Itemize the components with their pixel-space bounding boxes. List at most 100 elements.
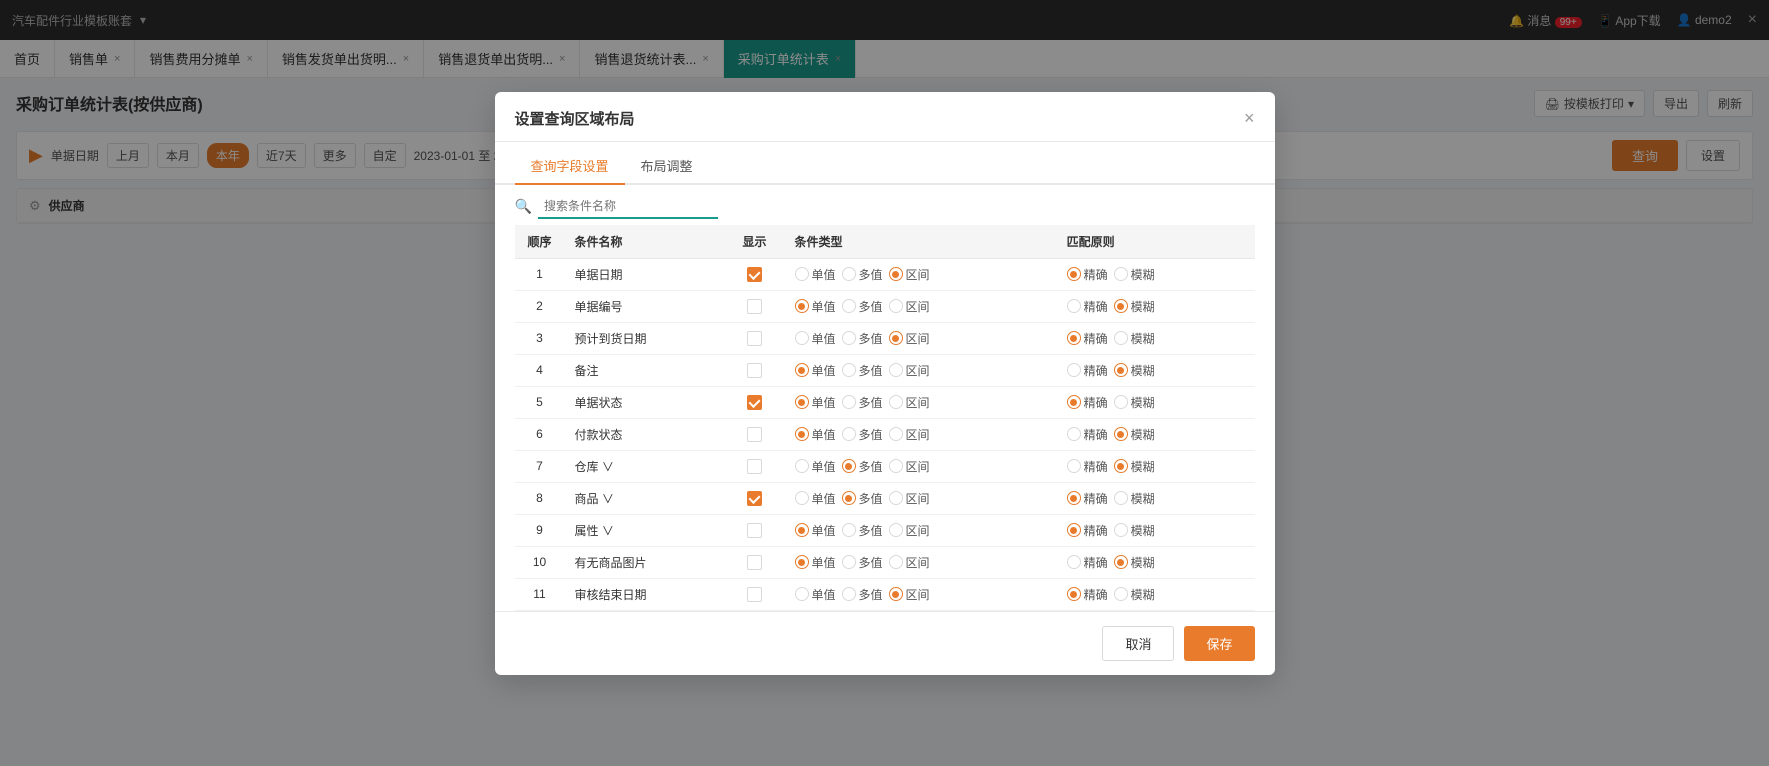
radio-circle[interactable] <box>842 331 856 345</box>
radio-circle[interactable] <box>889 459 903 473</box>
type-radio-item[interactable]: 多值 <box>842 458 883 475</box>
match-radio-item[interactable]: 精确 <box>1067 394 1108 411</box>
radio-circle[interactable] <box>1114 587 1128 601</box>
match-radio-item[interactable]: 精确 <box>1067 426 1108 443</box>
radio-circle[interactable] <box>842 395 856 409</box>
match-radio-item[interactable]: 精确 <box>1067 266 1108 283</box>
display-checkbox[interactable] <box>747 395 762 410</box>
display-checkbox[interactable] <box>747 523 762 538</box>
match-radio-item[interactable]: 精确 <box>1067 586 1108 603</box>
display-checkbox[interactable] <box>747 299 762 314</box>
radio-circle[interactable] <box>842 491 856 505</box>
radio-circle[interactable] <box>842 427 856 441</box>
radio-circle[interactable] <box>1067 299 1081 313</box>
type-radio-item[interactable]: 区间 <box>889 266 930 283</box>
type-radio-item[interactable]: 多值 <box>842 394 883 411</box>
match-radio-item[interactable]: 模糊 <box>1114 330 1155 347</box>
radio-circle[interactable] <box>795 555 809 569</box>
display-checkbox[interactable] <box>747 427 762 442</box>
dialog-tab-layout[interactable]: 布局调整 <box>625 146 709 185</box>
match-radio-item[interactable]: 模糊 <box>1114 362 1155 379</box>
radio-circle[interactable] <box>795 331 809 345</box>
match-radio-item[interactable]: 模糊 <box>1114 586 1155 603</box>
radio-circle[interactable] <box>1067 555 1081 569</box>
radio-circle[interactable] <box>795 459 809 473</box>
radio-circle[interactable] <box>889 491 903 505</box>
radio-circle[interactable] <box>1067 427 1081 441</box>
radio-circle[interactable] <box>1067 363 1081 377</box>
radio-circle[interactable] <box>1114 299 1128 313</box>
radio-circle[interactable] <box>1114 491 1128 505</box>
type-radio-item[interactable]: 区间 <box>889 426 930 443</box>
type-radio-item[interactable]: 多值 <box>842 522 883 539</box>
radio-circle[interactable] <box>795 395 809 409</box>
match-radio-item[interactable]: 精确 <box>1067 458 1108 475</box>
type-radio-item[interactable]: 区间 <box>889 522 930 539</box>
radio-circle[interactable] <box>889 395 903 409</box>
radio-circle[interactable] <box>842 587 856 601</box>
radio-circle[interactable] <box>1114 363 1128 377</box>
radio-circle[interactable] <box>795 587 809 601</box>
cancel-button[interactable]: 取消 <box>1102 626 1174 661</box>
type-radio-item[interactable]: 多值 <box>842 330 883 347</box>
match-radio-item[interactable]: 模糊 <box>1114 298 1155 315</box>
type-radio-item[interactable]: 区间 <box>889 554 930 571</box>
match-radio-item[interactable]: 模糊 <box>1114 266 1155 283</box>
radio-circle[interactable] <box>842 363 856 377</box>
radio-circle[interactable] <box>889 427 903 441</box>
display-checkbox[interactable] <box>747 555 762 570</box>
dialog-close-button[interactable]: × <box>1244 109 1255 127</box>
radio-circle[interactable] <box>795 523 809 537</box>
match-radio-item[interactable]: 模糊 <box>1114 426 1155 443</box>
match-radio-item[interactable]: 模糊 <box>1114 522 1155 539</box>
display-checkbox[interactable] <box>747 491 762 506</box>
type-radio-item[interactable]: 多值 <box>842 266 883 283</box>
type-radio-item[interactable]: 区间 <box>889 330 930 347</box>
radio-circle[interactable] <box>842 555 856 569</box>
type-radio-item[interactable]: 单值 <box>795 298 836 315</box>
type-radio-item[interactable]: 单值 <box>795 362 836 379</box>
type-radio-item[interactable]: 区间 <box>889 490 930 507</box>
radio-circle[interactable] <box>1114 331 1128 345</box>
type-radio-item[interactable]: 单值 <box>795 490 836 507</box>
type-radio-item[interactable]: 单值 <box>795 266 836 283</box>
type-radio-item[interactable]: 多值 <box>842 554 883 571</box>
radio-circle[interactable] <box>889 299 903 313</box>
radio-circle[interactable] <box>1067 331 1081 345</box>
type-radio-item[interactable]: 多值 <box>842 426 883 443</box>
radio-circle[interactable] <box>842 267 856 281</box>
radio-circle[interactable] <box>1067 267 1081 281</box>
radio-circle[interactable] <box>1067 395 1081 409</box>
radio-circle[interactable] <box>1114 459 1128 473</box>
dialog-tab-query-fields[interactable]: 查询字段设置 <box>515 146 625 185</box>
type-radio-item[interactable]: 多值 <box>842 586 883 603</box>
type-radio-item[interactable]: 多值 <box>842 490 883 507</box>
radio-circle[interactable] <box>842 523 856 537</box>
radio-circle[interactable] <box>842 459 856 473</box>
dialog-search-input[interactable] <box>538 195 718 219</box>
type-radio-item[interactable]: 区间 <box>889 298 930 315</box>
type-radio-item[interactable]: 区间 <box>889 362 930 379</box>
match-radio-item[interactable]: 精确 <box>1067 522 1108 539</box>
radio-circle[interactable] <box>1067 523 1081 537</box>
display-checkbox[interactable] <box>747 459 762 474</box>
radio-circle[interactable] <box>1114 427 1128 441</box>
radio-circle[interactable] <box>1114 395 1128 409</box>
radio-circle[interactable] <box>889 587 903 601</box>
radio-circle[interactable] <box>1114 555 1128 569</box>
match-radio-item[interactable]: 精确 <box>1067 554 1108 571</box>
radio-circle[interactable] <box>889 555 903 569</box>
radio-circle[interactable] <box>795 363 809 377</box>
radio-circle[interactable] <box>889 363 903 377</box>
match-radio-item[interactable]: 模糊 <box>1114 458 1155 475</box>
display-checkbox[interactable] <box>747 363 762 378</box>
radio-circle[interactable] <box>889 267 903 281</box>
radio-circle[interactable] <box>1067 459 1081 473</box>
radio-circle[interactable] <box>1067 587 1081 601</box>
radio-circle[interactable] <box>795 491 809 505</box>
radio-circle[interactable] <box>1114 523 1128 537</box>
type-radio-item[interactable]: 单值 <box>795 586 836 603</box>
match-radio-item[interactable]: 模糊 <box>1114 490 1155 507</box>
type-radio-item[interactable]: 多值 <box>842 362 883 379</box>
radio-circle[interactable] <box>1114 267 1128 281</box>
